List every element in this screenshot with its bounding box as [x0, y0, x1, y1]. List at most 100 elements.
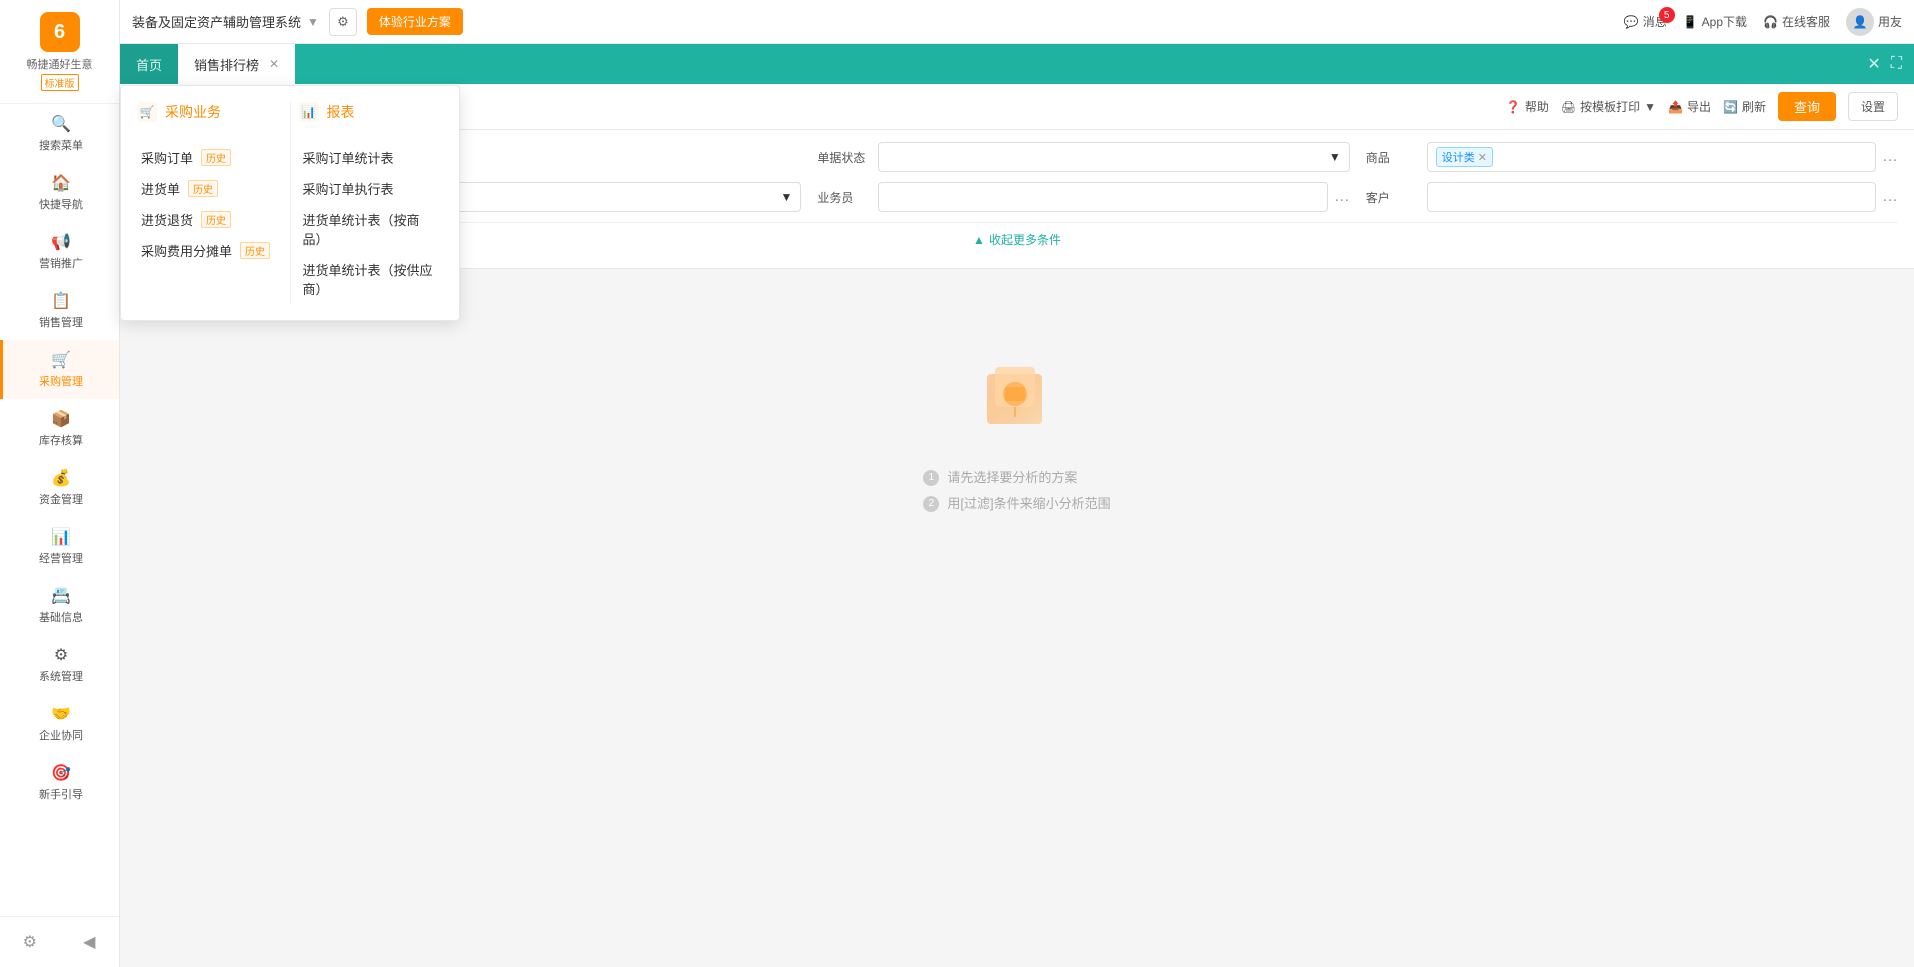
- dropdown-divider: [290, 102, 291, 304]
- system-title-dropdown-icon[interactable]: ▼: [307, 15, 319, 29]
- customer-more-btn[interactable]: …: [1882, 188, 1898, 206]
- sidebar-item-sales[interactable]: 📋 销售管理: [0, 281, 119, 340]
- sidebar-item-finance[interactable]: 💰 资金管理: [0, 458, 119, 517]
- setting-button[interactable]: 设置: [1848, 92, 1898, 121]
- mobile-icon: 📱: [1683, 15, 1698, 29]
- help-btn[interactable]: ❓ 帮助: [1506, 98, 1549, 115]
- user-avatar-btn[interactable]: 👤 用友: [1846, 8, 1902, 36]
- system-icon: ⚙: [54, 645, 68, 665]
- empty-hint-1: 1 请先选择要分析的方案: [923, 465, 1110, 491]
- history-badge-1[interactable]: 历史: [201, 149, 231, 166]
- dropdown-item-incoming-stats-goods[interactable]: 进货单统计表（按商品）: [299, 204, 444, 254]
- sidebar-item-operation[interactable]: 📊 经营管理: [0, 517, 119, 576]
- sales-icon: 📋: [51, 291, 71, 311]
- tab-home[interactable]: 首页: [120, 44, 178, 84]
- active-tab-label: 销售排行榜: [194, 55, 259, 74]
- dropdown-columns: 🛒 采购业务 采购订单 历史 进货单 历史 进货退货 历史 采购费用分摊单 历史: [137, 102, 443, 304]
- online-service-btn[interactable]: 🎧 在线客服: [1763, 13, 1830, 30]
- export-icon: 📤: [1668, 100, 1683, 114]
- tab-close-icon[interactable]: ✕: [269, 57, 279, 71]
- inventory-icon: 📦: [51, 409, 71, 429]
- message-icon: 💬: [1624, 15, 1639, 29]
- export-btn[interactable]: 📤 导出: [1668, 98, 1711, 115]
- sidebar-item-cooperation[interactable]: 🤝 企业协同: [0, 694, 119, 753]
- sidebar-nav: 🔍 搜索菜单 🏠 快捷导航 📢 营销推广 📋 销售管理 🛒 采购管理 📦 库存核…: [0, 104, 119, 916]
- print-dropdown-icon: ▼: [1644, 100, 1656, 114]
- salesman-filter-label: 业务员: [817, 189, 872, 206]
- purchase-dropdown-menu: 🛒 采购业务 采购订单 历史 进货单 历史 进货退货 历史 采购费用分摊单 历史: [120, 85, 460, 321]
- empty-hint-container: 1 请先选择要分析的方案 2 用[过滤]条件来缩小分析范围: [923, 465, 1110, 517]
- app-logo-subtitle: 畅捷通好生意: [27, 56, 93, 72]
- dropdown-item-incoming[interactable]: 进货单 历史: [137, 173, 282, 204]
- maximize-tab-icon[interactable]: ⛶: [1891, 55, 1902, 73]
- home-icon: 🏠: [51, 173, 71, 193]
- operation-icon: 📊: [51, 527, 71, 547]
- tab-sales-ranking[interactable]: 销售排行榜 ✕: [178, 44, 295, 84]
- dropdown-item-order-stats[interactable]: 采购订单统计表: [299, 142, 444, 173]
- print-btn[interactable]: 🖨 按模板打印 ▼: [1561, 98, 1656, 115]
- history-badge-2[interactable]: 历史: [188, 180, 218, 197]
- empty-state-illustration: [967, 349, 1067, 449]
- empty-hint-2: 2 用[过滤]条件来缩小分析范围: [923, 491, 1110, 517]
- filter-customer-item: 客户 …: [1366, 182, 1898, 212]
- sidebar-item-guide[interactable]: 🎯 新手引导: [0, 753, 119, 812]
- topbar: 装备及固定资产辅助管理系统 ▼ ⚙ 体验行业方案 💬 消息 5 📱 App下载 …: [120, 0, 1914, 44]
- close-tab-icon[interactable]: ✕: [1867, 54, 1880, 74]
- query-button[interactable]: 查询: [1778, 92, 1836, 121]
- customer-select[interactable]: [1427, 182, 1876, 212]
- collapse-icon: ▲: [973, 233, 985, 247]
- guide-icon: 🎯: [51, 763, 71, 783]
- purchase-col-icon: 🛒: [137, 102, 157, 122]
- goods-chip: 设计类 ✕: [1436, 147, 1493, 167]
- dropdown-col1-title: 🛒 采购业务: [137, 102, 282, 130]
- dropdown-item-purchase-fee[interactable]: 采购费用分摊单 历史: [137, 235, 282, 266]
- sidebar-item-basic-info[interactable]: 📇 基础信息: [0, 576, 119, 635]
- goods-chip-close[interactable]: ✕: [1478, 151, 1487, 164]
- sidebar-item-inventory[interactable]: 📦 库存核算: [0, 399, 119, 458]
- sidebar-item-nav[interactable]: 🏠 快捷导航: [0, 163, 119, 222]
- avatar: 👤: [1846, 8, 1874, 36]
- sidebar: 6 畅捷通好生意 标准版 🔍 搜索菜单 🏠 快捷导航 📢 营销推广 📋 销售管理…: [0, 0, 120, 967]
- marketing-icon: 📢: [51, 232, 71, 252]
- sidebar-footer: ⚙ ◀: [0, 916, 119, 967]
- goods-more-btn[interactable]: …: [1882, 148, 1898, 166]
- goods-select[interactable]: 设计类 ✕: [1427, 142, 1876, 172]
- filter-goods-item: 商品 设计类 ✕ …: [1366, 142, 1898, 172]
- dropdown-item-order-exec[interactable]: 采购订单执行表: [299, 173, 444, 204]
- industry-solution-button[interactable]: 体验行业方案: [367, 8, 463, 35]
- status-select[interactable]: ▼: [878, 142, 1349, 172]
- filter-salesman-item: 业务员 …: [817, 182, 1349, 212]
- report-col-icon: 📊: [299, 102, 319, 122]
- dropdown-item-purchase-order[interactable]: 采购订单 历史: [137, 142, 282, 173]
- finance-icon: 💰: [51, 468, 71, 488]
- system-title: 装备及固定资产辅助管理系统 ▼: [132, 12, 319, 31]
- sidebar-item-purchase[interactable]: 🛒 采购管理: [0, 340, 119, 399]
- basic-info-icon: 📇: [51, 586, 71, 606]
- sidebar-item-search[interactable]: 🔍 搜索菜单: [0, 104, 119, 163]
- headset-icon: 🎧: [1763, 15, 1778, 29]
- print-icon: 🖨: [1561, 100, 1576, 114]
- message-badge: 5: [1659, 7, 1675, 23]
- hint-num-1: 1: [923, 470, 939, 486]
- salesman-select[interactable]: [878, 182, 1327, 212]
- dropdown-item-incoming-stats-supplier[interactable]: 进货单统计表（按供应商）: [299, 254, 444, 304]
- collapse-sidebar-btn[interactable]: ◀: [74, 927, 104, 957]
- salesman-more-btn[interactable]: …: [1334, 188, 1350, 206]
- settings-gear-btn[interactable]: ⚙: [329, 8, 357, 36]
- cooperation-icon: 🤝: [51, 704, 71, 724]
- settings-footer-btn[interactable]: ⚙: [15, 927, 45, 957]
- sidebar-item-marketing[interactable]: 📢 营销推广: [0, 222, 119, 281]
- refresh-icon: 🔄: [1723, 100, 1738, 114]
- chevron-down-icon: ▼: [1329, 150, 1341, 164]
- sidebar-item-system[interactable]: ⚙ 系统管理: [0, 635, 119, 694]
- purchase-icon: 🛒: [51, 350, 71, 370]
- history-badge-4[interactable]: 历史: [240, 242, 270, 259]
- message-btn[interactable]: 💬 消息 5: [1624, 13, 1667, 30]
- tab-right-icons: ✕ ⛶: [1867, 44, 1914, 84]
- app-download-btn[interactable]: 📱 App下载: [1683, 13, 1747, 30]
- dropdown-item-return[interactable]: 进货退货 历史: [137, 204, 282, 235]
- search-icon: 🔍: [51, 114, 71, 134]
- history-badge-3[interactable]: 历史: [201, 211, 231, 228]
- app-logo-tag: 标准版: [41, 74, 79, 91]
- refresh-btn[interactable]: 🔄 刷新: [1723, 98, 1766, 115]
